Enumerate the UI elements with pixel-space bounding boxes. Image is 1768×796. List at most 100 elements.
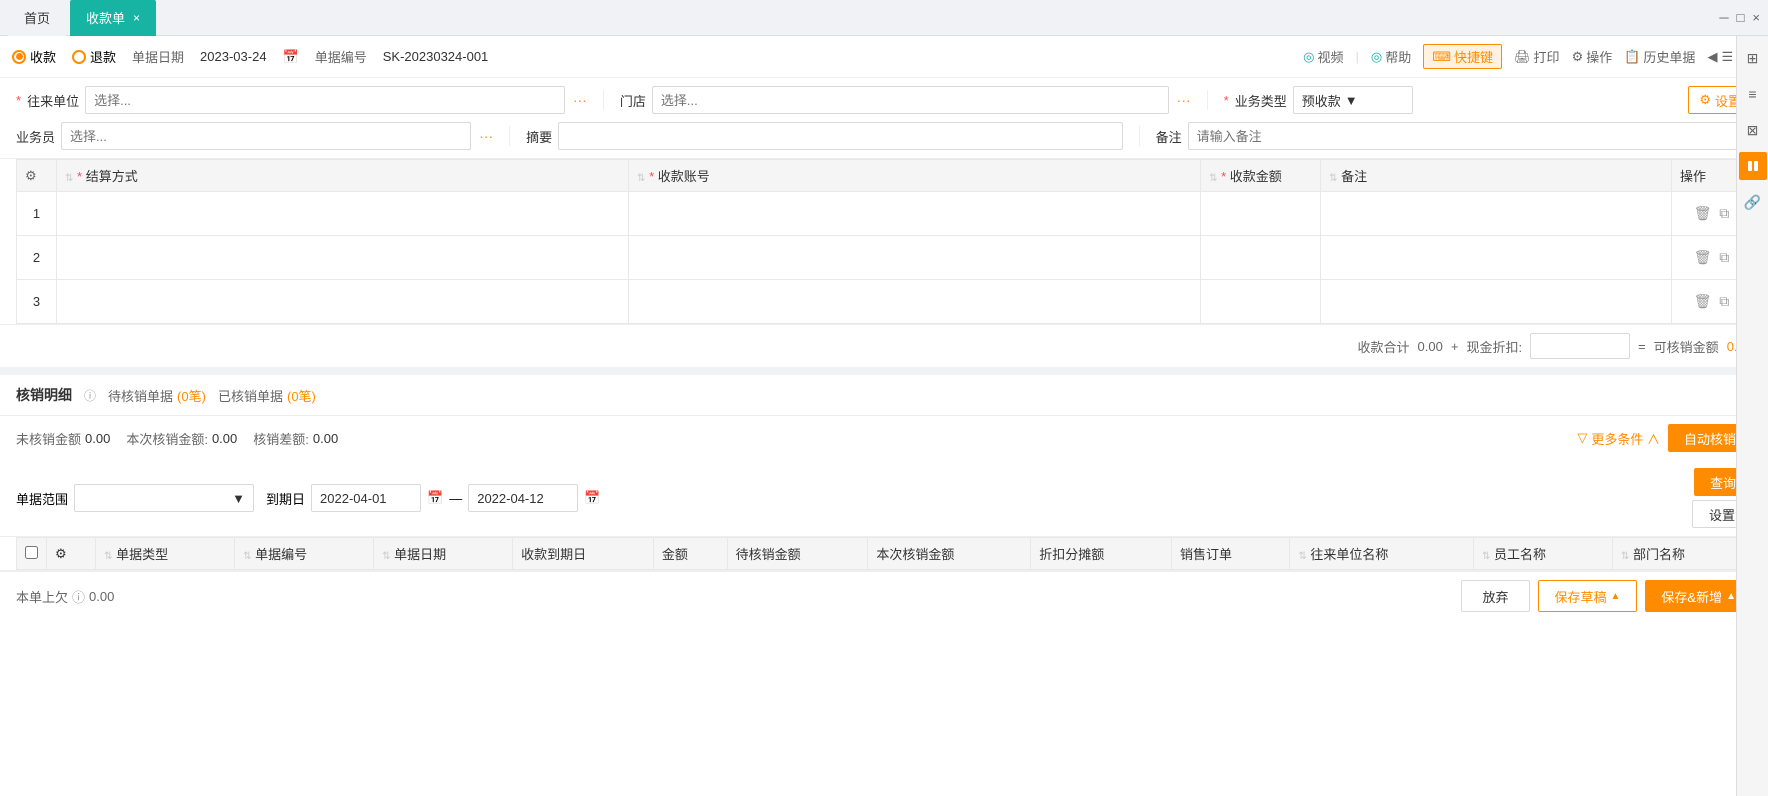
- remarks-field: 备注: [1156, 122, 1752, 150]
- date-range-separator: —: [449, 491, 462, 506]
- unchecked-stat: 未核销金额 0.00: [16, 429, 110, 448]
- date-from-input[interactable]: [311, 484, 421, 512]
- staff-input[interactable]: [61, 122, 471, 150]
- save-draft-button[interactable]: 保存草稿 ▲: [1538, 580, 1638, 612]
- window-min-icon[interactable]: ─: [1719, 10, 1728, 25]
- shop-more-icon[interactable]: ···: [1177, 92, 1191, 108]
- copy-icon-2[interactable]: ⧉: [1719, 249, 1729, 265]
- row-2-settlement[interactable]: [57, 236, 629, 280]
- summary-input[interactable]: [558, 122, 1122, 150]
- row-1-remarks[interactable]: [1321, 192, 1672, 236]
- ver-gear-icon[interactable]: ⚙: [55, 546, 67, 561]
- range-select[interactable]: ▼: [74, 484, 254, 512]
- current-label: 本次核销金额:: [126, 429, 208, 448]
- th-remarks: ⇅ 备注: [1321, 160, 1672, 192]
- bottom-info-icon[interactable]: ⓘ: [72, 587, 85, 606]
- delete-icon-3[interactable]: 🗑: [1694, 293, 1712, 309]
- verification-title: 核销明细: [16, 385, 72, 405]
- verification-table-wrap: ⚙ ⇅ 单据类型 ⇅ 单据编号 ⇅ 单据日期: [0, 537, 1768, 570]
- window-max-icon[interactable]: □: [1737, 10, 1745, 25]
- partner-more-icon[interactable]: ···: [573, 92, 587, 108]
- window-controls: ─ □ ×: [1719, 10, 1760, 25]
- history-btn[interactable]: 📋 历史单据: [1624, 47, 1695, 66]
- verification-info-icon[interactable]: ⓘ: [84, 387, 96, 404]
- th-collect-date: 收款到期日: [513, 538, 654, 570]
- print-label: 打印: [1534, 47, 1560, 66]
- pending-count: (0笔): [177, 386, 206, 405]
- row-2-remarks[interactable]: [1321, 236, 1672, 280]
- row-1-amount[interactable]: [1201, 192, 1321, 236]
- date-to-calendar-icon[interactable]: 📅: [584, 490, 600, 506]
- table-gear-icon[interactable]: ⚙: [25, 168, 37, 183]
- date-from-calendar-icon[interactable]: 📅: [427, 490, 443, 506]
- row-num-2: 2: [17, 236, 57, 280]
- calendar-icon[interactable]: 📅: [283, 49, 299, 65]
- remarks-input[interactable]: [1188, 122, 1752, 150]
- side-btn-5[interactable]: 🔗: [1739, 188, 1767, 216]
- th-partner-name: ⇅ 往来单位名称: [1290, 538, 1474, 570]
- video-btn[interactable]: ◎ 视频: [1303, 47, 1343, 66]
- row-3-account[interactable]: [629, 280, 1201, 324]
- radio-refund[interactable]: 退款: [72, 47, 116, 66]
- shop-input[interactable]: [652, 86, 1169, 114]
- receipt-table: ⚙ ⇅ * 结算方式 ⇅ * 收款账号 ⇅ * 收款: [16, 159, 1752, 324]
- type-select[interactable]: 预收款 ▼: [1293, 86, 1413, 114]
- side-btn-2[interactable]: ≡: [1739, 80, 1767, 108]
- row-3-remarks[interactable]: [1321, 280, 1672, 324]
- pending-label: 待核销单据: [108, 386, 173, 405]
- partner-input[interactable]: [85, 86, 565, 114]
- date-label: 到期日: [266, 489, 305, 508]
- window-close-icon[interactable]: ×: [1752, 10, 1760, 25]
- tab-home[interactable]: 首页: [8, 0, 66, 36]
- radio-refund-label: 退款: [90, 47, 116, 66]
- form-area: * 往来单位 ··· 门店 ··· * 业务类型 预收款 ▼ ⚙: [0, 78, 1768, 159]
- row-2-account[interactable]: [629, 236, 1201, 280]
- side-btn-4[interactable]: [1739, 152, 1767, 180]
- side-btn-3[interactable]: ⊠: [1739, 116, 1767, 144]
- list-icon[interactable]: ☰: [1721, 49, 1733, 65]
- diff-label: 核销差额:: [253, 429, 309, 448]
- tab-close-icon[interactable]: ×: [133, 11, 140, 25]
- summary-row: 收款合计 0.00 + 现金折扣: = 可核销金额 0.00: [0, 324, 1768, 367]
- th-ver-gear: ⚙: [47, 538, 96, 570]
- row-2-amount[interactable]: [1201, 236, 1321, 280]
- select-all-checkbox[interactable]: [25, 546, 38, 559]
- history-icon: 📋: [1624, 49, 1640, 65]
- row-1-account[interactable]: [629, 192, 1201, 236]
- shortcut-btn[interactable]: ⌨ 快捷键: [1423, 44, 1502, 69]
- left-arrow-icon[interactable]: ◀: [1707, 49, 1717, 65]
- th-settlement: ⇅ * 结算方式: [57, 160, 629, 192]
- row-3-amount[interactable]: [1201, 280, 1321, 324]
- th-current-amount: 本次核销金额: [868, 538, 1031, 570]
- row-num-3: 3: [17, 280, 57, 324]
- operation-btn[interactable]: ⚙ 操作: [1572, 47, 1613, 66]
- verification-stats: 未核销金额 0.00 本次核销金额: 0.00 核销差额: 0.00 ▽ 更多条…: [0, 416, 1768, 460]
- table-row: 1 🗑 ⧉: [17, 192, 1752, 236]
- row-num-1: 1: [17, 192, 57, 236]
- abandon-button[interactable]: 放弃: [1461, 580, 1529, 612]
- row-3-settlement[interactable]: [57, 280, 629, 324]
- total-label: 收款合计: [1358, 337, 1410, 356]
- th-doc-number: ⇅ 单据编号: [235, 538, 374, 570]
- copy-icon-3[interactable]: ⧉: [1719, 293, 1729, 309]
- staff-more-icon[interactable]: ···: [479, 128, 493, 144]
- done-tab[interactable]: 已核销单据 (0笔): [218, 386, 316, 405]
- divider-3: [509, 126, 510, 146]
- operation-icon: ⚙: [1572, 49, 1584, 65]
- th-sales-order: 销售订单: [1171, 538, 1289, 570]
- tab-active[interactable]: 收款单 ×: [70, 0, 156, 36]
- help-btn[interactable]: ◎ 帮助: [1371, 47, 1411, 66]
- discount-input[interactable]: [1530, 333, 1630, 359]
- radio-receive[interactable]: 收款: [12, 47, 56, 66]
- delete-icon-1[interactable]: 🗑: [1694, 205, 1712, 221]
- side-btn-1[interactable]: ⊞: [1739, 44, 1767, 72]
- row-1-settlement[interactable]: [57, 192, 629, 236]
- save-new-label: 保存&新增: [1661, 587, 1722, 606]
- date-to-input[interactable]: [468, 484, 578, 512]
- delete-icon-2[interactable]: 🗑: [1694, 249, 1712, 265]
- print-btn[interactable]: 🖨 打印: [1514, 47, 1560, 66]
- copy-icon-1[interactable]: ⧉: [1719, 205, 1729, 221]
- pending-tab[interactable]: 待核销单据 (0笔): [108, 386, 206, 405]
- main-area: 收款 退款 单据日期 2023-03-24 📅 单据编号 SK-20230324…: [0, 36, 1768, 796]
- more-filter-btn[interactable]: ▽ 更多条件 ∧: [1577, 429, 1660, 448]
